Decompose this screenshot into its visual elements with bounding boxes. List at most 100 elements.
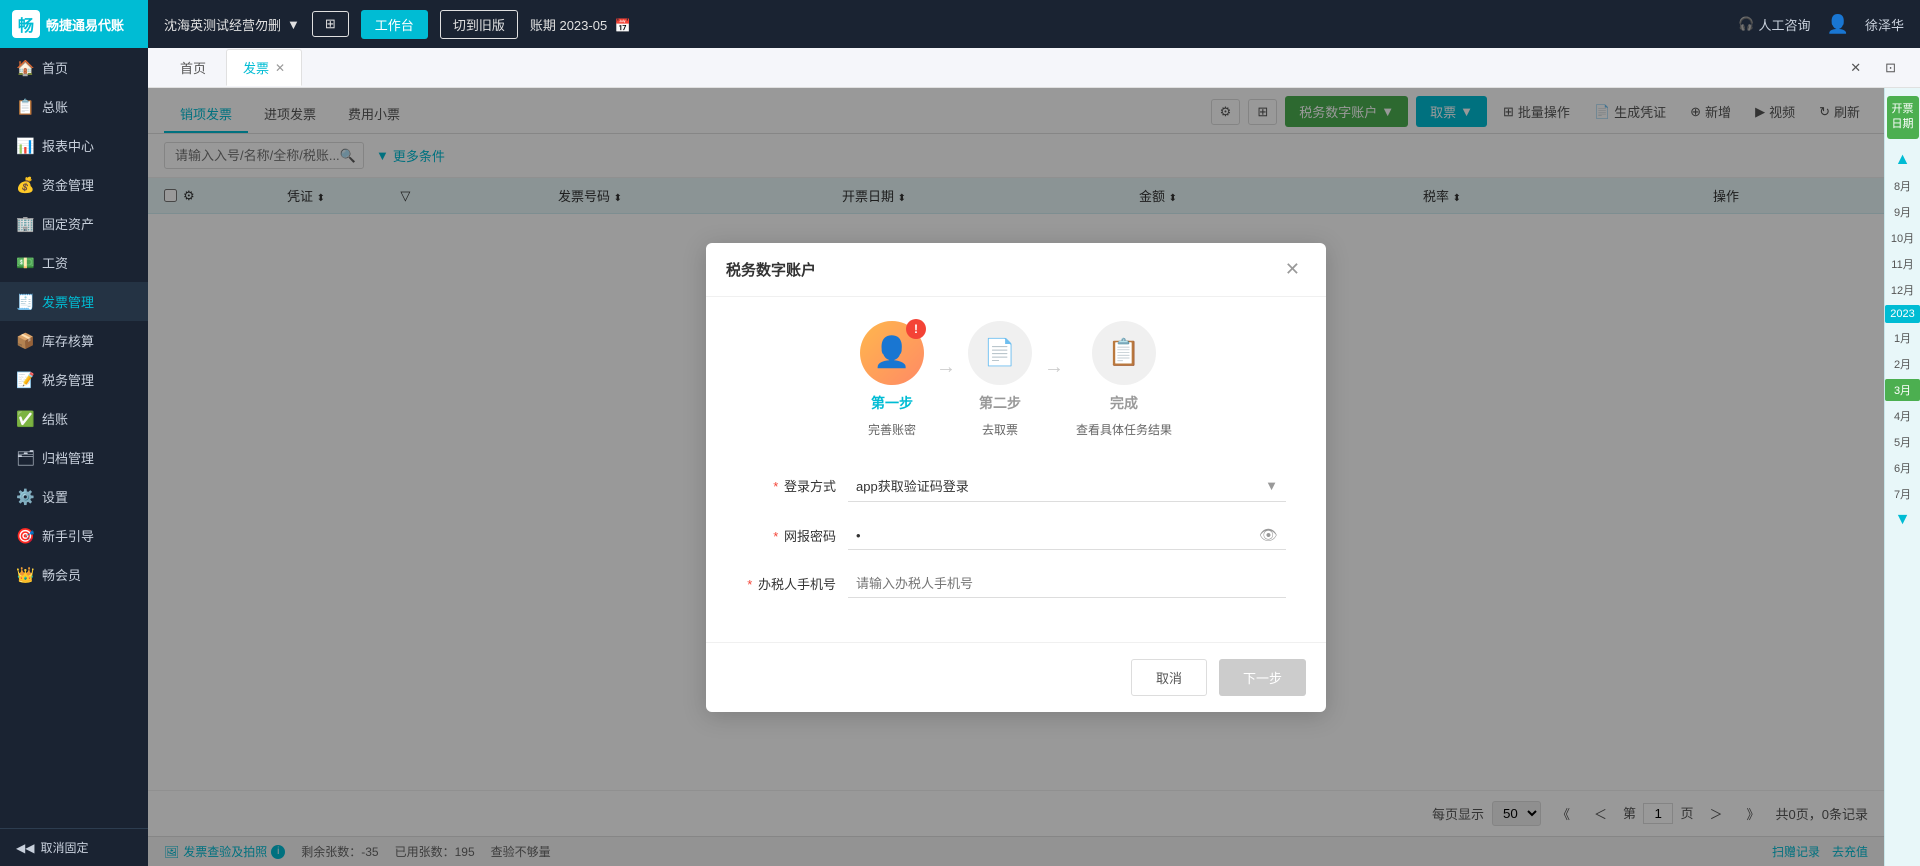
assets-icon: 🏢 (16, 215, 34, 233)
step-arrow-2: → (1044, 356, 1064, 403)
sidebar: 畅 畅捷通易代账 🏠 首页 📋 总账 📊 报表中心 💰 资金管理 🏢 固定资产 … (0, 0, 148, 866)
tab-invoice-label: 发票 (243, 58, 269, 77)
dialog-close-button[interactable]: ✕ (1279, 257, 1306, 282)
sidebar-item-settings[interactable]: ⚙️ 设置 (0, 477, 148, 516)
user-name: 徐泽华 (1865, 15, 1904, 34)
tab-invoice[interactable]: 发票 ✕ (226, 49, 302, 86)
step-3: 📋 完成 查看具体任务结果 (1076, 321, 1172, 438)
month-3-current[interactable]: 3月 (1885, 379, 1920, 401)
phone-input[interactable] (848, 570, 1286, 598)
logo-icon: 畅 (12, 10, 40, 38)
sidebar-item-label: 资金管理 (42, 175, 94, 194)
company-name: 沈海英测试经营勿删 (164, 15, 281, 34)
settle-icon: ✅ (16, 410, 34, 428)
step-2-desc: 去取票 (982, 421, 1018, 438)
year-2023[interactable]: 2023 (1885, 305, 1920, 323)
tax-icon: 📝 (16, 371, 34, 389)
unpin-button[interactable]: ◀◀ 取消固定 (0, 828, 148, 866)
password-value: • (856, 528, 863, 543)
password-toggle-icon[interactable]: 👁 (1259, 526, 1278, 544)
month-5[interactable]: 5月 (1885, 431, 1920, 453)
month-12[interactable]: 12月 (1885, 279, 1920, 301)
month-9[interactable]: 9月 (1885, 201, 1920, 223)
home-icon: 🏠 (16, 59, 34, 77)
scroll-up-nav[interactable]: ▲ (1893, 149, 1913, 171)
password-field[interactable]: • 👁 (848, 522, 1286, 550)
month-4[interactable]: 4月 (1885, 405, 1920, 427)
step-2-doc-icon: 📄 (984, 337, 1016, 368)
close-window-button[interactable]: ✕ (1842, 55, 1869, 81)
step-1-icon: 👤 ! (860, 321, 924, 385)
payroll-icon: 💵 (16, 254, 34, 272)
invoice-content: 销项发票 进项发票 费用小票 ⚙ ⊞ 税务数字账户 ▼ (148, 88, 1884, 866)
tabbar: 首页 发票 ✕ ✕ ⊡ (148, 48, 1920, 88)
scroll-down-nav[interactable]: ▼ (1893, 509, 1913, 531)
sidebar-item-inventory[interactable]: 📦 库存核算 (0, 321, 148, 360)
sidebar-item-label: 库存核算 (42, 331, 94, 350)
tab-home-label: 首页 (180, 58, 206, 77)
open-period-button[interactable]: 开票日期 (1887, 96, 1919, 139)
sidebar-item-finance[interactable]: 💰 资金管理 (0, 165, 148, 204)
sidebar-item-label: 新手引导 (42, 526, 94, 545)
sidebar-item-archive[interactable]: 🗂 归档管理 (0, 438, 148, 477)
unpin-icon: ◀◀ (16, 841, 34, 855)
dialog-body: 👤 ! 第一步 完善账密 → 📄 (706, 297, 1326, 642)
sidebar-item-invoice[interactable]: 🧾 发票管理 (0, 282, 148, 321)
maximize-button[interactable]: ⊡ (1877, 55, 1904, 81)
next-step-button[interactable]: 下一步 (1219, 659, 1306, 696)
sidebar-item-payroll[interactable]: 💵 工资 (0, 243, 148, 282)
steps-indicator: 👤 ! 第一步 完善账密 → 📄 (746, 321, 1286, 438)
sidebar-item-tax[interactable]: 📝 税务管理 (0, 360, 148, 399)
sidebar-item-assets[interactable]: 🏢 固定资产 (0, 204, 148, 243)
step-1-desc: 完善账密 (868, 421, 916, 438)
main-area: 沈海英测试经营勿删 ▼ ⊞ 工作台 切到旧版 账期 2023-05 📅 🎧 人工… (148, 0, 1920, 866)
month-8[interactable]: 8月 (1885, 175, 1920, 197)
step-3-clipboard-icon: 📋 (1108, 337, 1140, 368)
month-1[interactable]: 1月 (1885, 327, 1920, 349)
step-3-icon: 📋 (1092, 321, 1156, 385)
cancel-button[interactable]: 取消 (1131, 659, 1207, 696)
dialog-overlay: 税务数字账户 ✕ 👤 ! 第一步 (148, 88, 1884, 866)
finance-icon: 💰 (16, 176, 34, 194)
sidebar-item-settle[interactable]: ✅ 结账 (0, 399, 148, 438)
sidebar-item-member[interactable]: 👑 畅会员 (0, 555, 148, 594)
sidebar-item-label: 发票管理 (42, 292, 94, 311)
tab-home[interactable]: 首页 (164, 50, 222, 85)
sidebar-item-label: 固定资产 (42, 214, 94, 233)
step-2: 📄 第二步 去取票 (968, 321, 1032, 438)
phone-label: * 办税人手机号 (746, 574, 836, 593)
sidebar-item-ledger[interactable]: 📋 总账 (0, 87, 148, 126)
month-7[interactable]: 7月 (1885, 483, 1920, 505)
sidebar-item-label: 设置 (42, 487, 68, 506)
app-name: 畅捷通易代账 (46, 15, 124, 34)
login-method-select[interactable]: app获取验证码登录 ▼ (848, 470, 1286, 502)
sidebar-item-label: 报表中心 (42, 136, 94, 155)
sidebar-item-guide[interactable]: 🎯 新手引导 (0, 516, 148, 555)
headset-icon: 🎧 (1738, 16, 1754, 32)
sidebar-item-home[interactable]: 🏠 首页 (0, 48, 148, 87)
sidebar-item-label: 结账 (42, 409, 68, 428)
month-10[interactable]: 10月 (1885, 227, 1920, 249)
support-link[interactable]: 🎧 人工咨询 (1738, 15, 1810, 34)
sidebar-item-label: 工资 (42, 253, 68, 272)
company-dropdown-icon: ▼ (287, 17, 300, 32)
reports-icon: 📊 (16, 137, 34, 155)
dialog-title: 税务数字账户 (726, 259, 816, 280)
step-1-user-icon: 👤 (873, 335, 910, 370)
sidebar-item-reports[interactable]: 📊 报表中心 (0, 126, 148, 165)
company-selector[interactable]: 沈海英测试经营勿删 ▼ (164, 15, 300, 34)
tax-digital-dialog: 税务数字账户 ✕ 👤 ! 第一步 (706, 243, 1326, 712)
layout-button[interactable]: ⊞ (312, 11, 349, 37)
month-2[interactable]: 2月 (1885, 353, 1920, 375)
workspace-button[interactable]: 工作台 (361, 10, 428, 39)
switch-version-button[interactable]: 切到旧版 (440, 10, 518, 39)
archive-icon: 🗂 (16, 449, 34, 467)
password-label: * 网报密码 (746, 526, 836, 545)
password-row: * 网报密码 • 👁 (746, 522, 1286, 550)
month-6[interactable]: 6月 (1885, 457, 1920, 479)
month-11[interactable]: 11月 (1885, 253, 1920, 275)
step-3-label: 完成 (1110, 393, 1138, 413)
settings-icon: ⚙️ (16, 488, 34, 506)
phone-row: * 办税人手机号 (746, 570, 1286, 598)
tab-close-icon[interactable]: ✕ (275, 61, 285, 75)
